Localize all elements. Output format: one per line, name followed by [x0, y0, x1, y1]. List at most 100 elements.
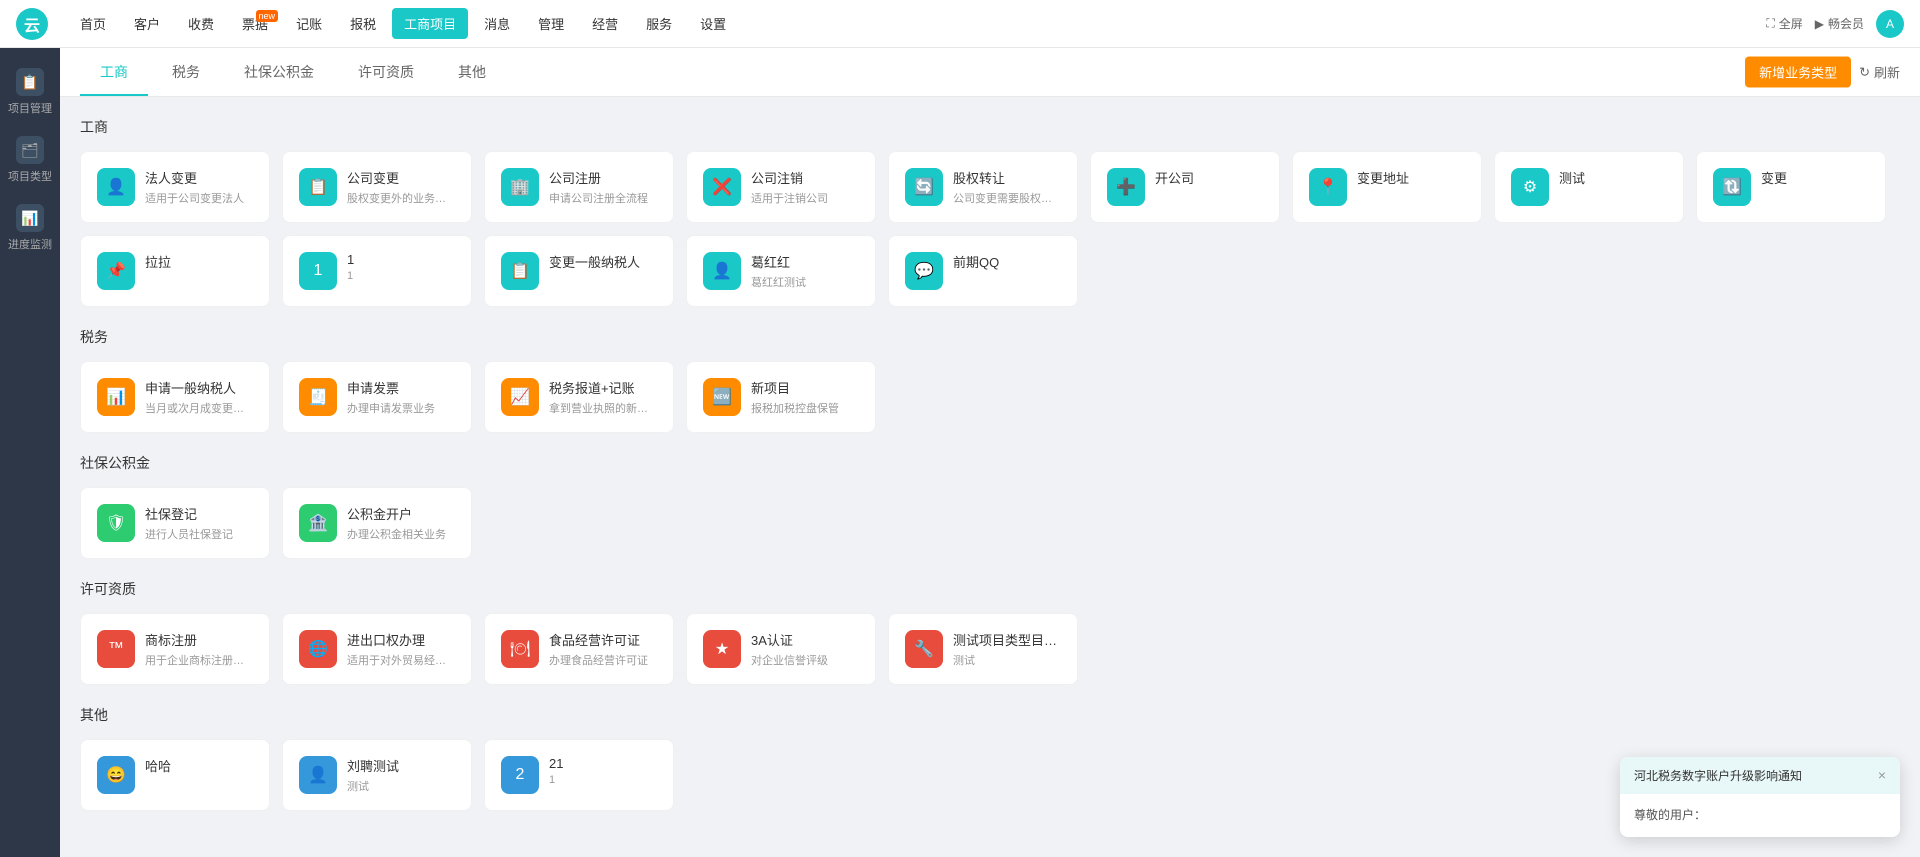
nav-item-service[interactable]: 服务 [634, 8, 684, 39]
card-desc-equity-transfer: 公司变更需要股权转让 [953, 190, 1061, 206]
nav-item-client[interactable]: 客户 [122, 8, 172, 39]
card-company-change[interactable]: 📋 公司变更 股权变更外的业务变更 [282, 151, 472, 223]
nav-item-tax[interactable]: 报税 [338, 8, 388, 39]
card-icon-apply-invoice: 🧾 [299, 378, 337, 416]
card-mo-honghong[interactable]: 👤 葛红红 葛红红测试 [686, 235, 876, 307]
card-company-register[interactable]: 🏢 公司注册 申请公司注册全流程 [484, 151, 674, 223]
card-desc-legal-change: 适用于公司变更法人 [145, 190, 253, 206]
card-front-qq[interactable]: 💬 前期QQ [888, 235, 1078, 307]
nav-item-home[interactable]: 首页 [68, 8, 118, 39]
card-title-food-license: 食品经营许可证 [549, 630, 657, 649]
sidebar-item-progress-monitor[interactable]: 📊 进度监测 [0, 194, 60, 262]
nav-item-billing[interactable]: 收费 [176, 8, 226, 39]
card-test-type[interactable]: 🔧 测试项目类型目定义 测试 [888, 613, 1078, 685]
card-3a-cert[interactable]: ★ 3A认证 对企业信誉评级 [686, 613, 876, 685]
card-import-export[interactable]: 🌐 进出口权办理 适用于对外贸易经营者 [282, 613, 472, 685]
section-title-license: 许可资质 [80, 579, 1900, 599]
tab-bar: 工商税务社保公积金许可资质其他 新增业务类型 ↻ 刷新 [60, 48, 1920, 97]
refresh-button[interactable]: ↻ 刷新 [1859, 63, 1900, 82]
card-icon-num21: 2 [501, 756, 539, 794]
card-company-cancel[interactable]: ❌ 公司注销 适用于注销公司 [686, 151, 876, 223]
nav-item-account[interactable]: 记账 [284, 8, 334, 39]
card-text-tax-report-account: 税务报道+记账 拿到营业执照的新公司 [549, 378, 657, 416]
nav-item-manage[interactable]: 管理 [526, 8, 576, 39]
card-title-company-cancel: 公司注销 [751, 168, 859, 187]
card-change-tax[interactable]: 📋 变更一般纳税人 [484, 235, 674, 307]
card-equity-transfer[interactable]: 🔄 股权转让 公司变更需要股权转让 [888, 151, 1078, 223]
nav-item-ticket[interactable]: 票据new [230, 8, 280, 39]
card-lala[interactable]: 📌 拉拉 [80, 235, 270, 307]
tab-other[interactable]: 其他 [438, 48, 506, 96]
card-icon-liu-peng-test: 👤 [299, 756, 337, 794]
card-desc-apply-invoice: 办理申请发票业务 [347, 400, 455, 416]
new-type-button[interactable]: 新增业务类型 [1745, 57, 1851, 88]
sidebar-label-progress-monitor: 进度监测 [8, 236, 52, 252]
user-avatar[interactable]: A [1876, 10, 1904, 38]
card-title-new-project: 新项目 [751, 378, 859, 397]
sidebar-item-project-manage[interactable]: 📋 项目管理 [0, 58, 60, 126]
card-icon-equity-transfer: 🔄 [905, 168, 943, 206]
card-title-apply-general-tax: 申请一般纳税人 [145, 378, 253, 397]
card-change[interactable]: 🔃 变更 [1696, 151, 1886, 223]
card-trademark[interactable]: ™ 商标注册 用于企业商标注册服务 [80, 613, 270, 685]
sidebar-item-project-type[interactable]: 🗂 项目类型 [0, 126, 60, 194]
card-text-num1: 1 1 [347, 252, 455, 282]
tab-actions: 新增业务类型 ↻ 刷新 [1745, 57, 1900, 88]
card-apply-invoice[interactable]: 🧾 申请发票 办理申请发票业务 [282, 361, 472, 433]
card-icon-3a-cert: ★ [703, 630, 741, 668]
card-desc-num21: 1 [549, 774, 657, 786]
notification-close[interactable]: × [1878, 767, 1886, 783]
tab-license[interactable]: 许可资质 [338, 48, 434, 96]
sidebar-label-project-manage: 项目管理 [8, 100, 52, 116]
tab-tax[interactable]: 税务 [152, 48, 220, 96]
card-desc-fund-open: 办理公积金相关业务 [347, 526, 455, 542]
card-icon-lala: 📌 [97, 252, 135, 290]
card-new-project[interactable]: 🆕 新项目 报税加税控盘保管 [686, 361, 876, 433]
nav-item-bizproject[interactable]: 工商项目 [392, 8, 468, 39]
card-desc-liu-peng-test: 测试 [347, 778, 455, 794]
card-num21[interactable]: 2 21 1 [484, 739, 674, 811]
card-title-social-register: 社保登记 [145, 504, 253, 523]
card-icon-company-cancel: ❌ [703, 168, 741, 206]
card-apply-general-tax[interactable]: 📊 申请一般纳税人 当月或次月成变更完成 [80, 361, 270, 433]
card-haha[interactable]: 😄 哈哈 [80, 739, 270, 811]
card-desc-company-register: 申请公司注册全流程 [549, 190, 657, 206]
nav-item-message[interactable]: 消息 [472, 8, 522, 39]
card-test[interactable]: ⚙ 测试 [1494, 151, 1684, 223]
card-legal-change[interactable]: 👤 法人变更 适用于公司变更法人 [80, 151, 270, 223]
card-text-equity-transfer: 股权转让 公司变更需要股权转让 [953, 168, 1061, 206]
card-icon-change-address: 📍 [1309, 168, 1347, 206]
sidebar: 📋 项目管理 🗂 项目类型 📊 进度监测 [0, 48, 60, 857]
member-icon: ▶ [1815, 17, 1824, 31]
card-title-test-type: 测试项目类型目定义 [953, 630, 1061, 649]
card-food-license[interactable]: 🍽 食品经营许可证 办理食品经营许可证 [484, 613, 674, 685]
member-button[interactable]: ▶ 畅会员 [1815, 15, 1864, 32]
card-text-test-type: 测试项目类型目定义 测试 [953, 630, 1061, 668]
section-title-social: 社保公积金 [80, 453, 1900, 473]
content-area: 工商 👤 法人变更 适用于公司变更法人 📋 公司变更 股权变更外的业务变更 🏢 … [60, 97, 1920, 851]
sidebar-label-project-type: 项目类型 [8, 168, 52, 184]
card-title-num21: 21 [549, 756, 657, 771]
refresh-icon: ↻ [1859, 64, 1870, 80]
card-text-open-company: 开公司 [1155, 168, 1263, 190]
card-desc-company-cancel: 适用于注销公司 [751, 190, 859, 206]
card-icon-new-project: 🆕 [703, 378, 741, 416]
card-title-open-company: 开公司 [1155, 168, 1263, 187]
nav-item-operation[interactable]: 经营 [580, 8, 630, 39]
card-icon-change: 🔃 [1713, 168, 1751, 206]
card-fund-open[interactable]: 🏦 公积金开户 办理公积金相关业务 [282, 487, 472, 559]
card-change-address[interactable]: 📍 变更地址 [1292, 151, 1482, 223]
card-social-register[interactable]: 🛡 社保登记 进行人员社保登记 [80, 487, 270, 559]
tab-biz[interactable]: 工商 [80, 48, 148, 96]
card-liu-peng-test[interactable]: 👤 刘聘测试 测试 [282, 739, 472, 811]
card-open-company[interactable]: ➕ 开公司 [1090, 151, 1280, 223]
card-title-change-tax: 变更一般纳税人 [549, 252, 657, 271]
card-num1[interactable]: 1 1 1 [282, 235, 472, 307]
card-tax-report-account[interactable]: 📈 税务报道+记账 拿到营业执照的新公司 [484, 361, 674, 433]
nav-item-settings[interactable]: 设置 [688, 8, 738, 39]
card-text-food-license: 食品经营许可证 办理食品经营许可证 [549, 630, 657, 668]
nav-right: ⛶ 全屏 ▶ 畅会员 A [1766, 10, 1904, 38]
tab-social[interactable]: 社保公积金 [224, 48, 334, 96]
card-icon-trademark: ™ [97, 630, 135, 668]
fullscreen-button[interactable]: ⛶ 全屏 [1766, 15, 1802, 32]
